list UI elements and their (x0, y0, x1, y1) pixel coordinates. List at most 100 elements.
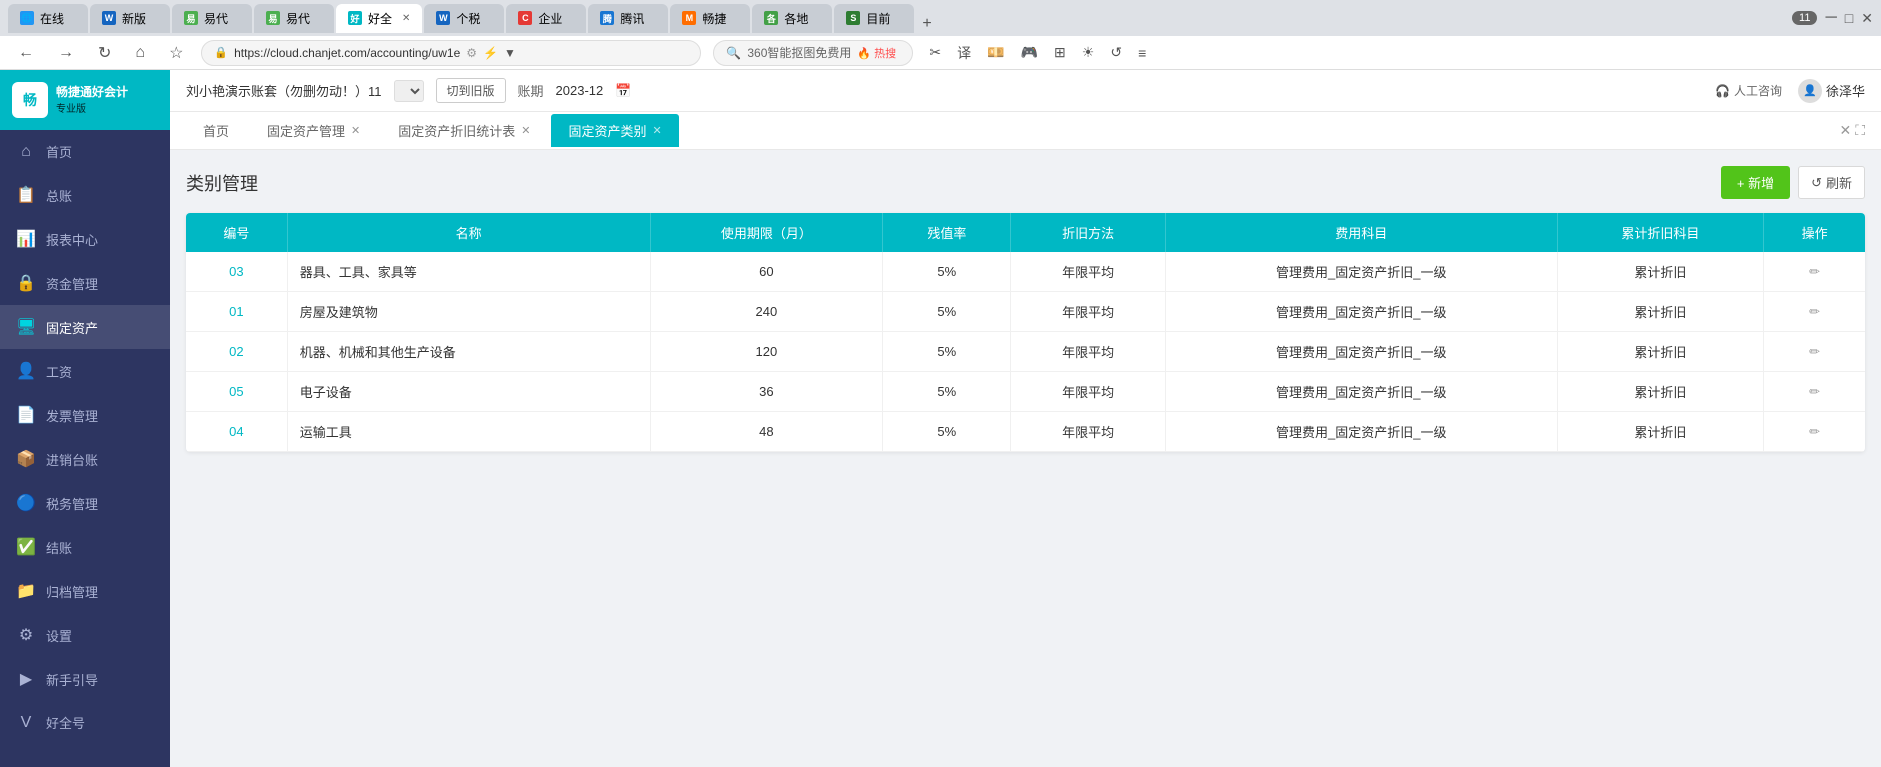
window-minimize-icon[interactable]: ─ (1825, 9, 1836, 27)
browser-tab-tencent[interactable]: 腾 腾讯 (588, 4, 668, 33)
sidebar-item-settings[interactable]: ⚙ 设置 (0, 613, 170, 657)
browser-tab-tax[interactable]: W 个税 (424, 4, 504, 33)
headset-icon: 🎧 (1715, 84, 1730, 98)
cell-method-3: 年限平均 (1011, 372, 1165, 412)
bookmark-button[interactable]: ☆ (163, 41, 189, 65)
window-maximize-icon[interactable]: □ (1845, 10, 1853, 26)
tab-count-badge: 11 (1792, 11, 1817, 25)
company-switcher[interactable] (394, 80, 424, 102)
tab-close-all-button[interactable]: ✕ (1839, 122, 1851, 139)
cell-code-2[interactable]: 02 (186, 332, 287, 372)
cell-name-0: 器具、工具、家具等 (287, 252, 650, 292)
translate-icon[interactable]: 译 (953, 41, 975, 65)
tab-fixed-mgmt[interactable]: 固定资产管理 ✕ (250, 114, 377, 147)
sidebar-item-label-guide: 新手引导 (46, 670, 98, 689)
cell-action-4[interactable]: ✏ (1764, 412, 1865, 452)
sidebar-item-tax[interactable]: 🔵 税务管理 (0, 481, 170, 525)
sidebar-item-guide[interactable]: ▶ 新手引导 (0, 657, 170, 701)
tab-fullscreen-button[interactable]: ⛶ (1855, 122, 1865, 139)
browser-tab-label11: 目前 (866, 10, 890, 27)
tab-fixed-mgmt-close[interactable]: ✕ (351, 124, 360, 137)
menu-icon[interactable]: ≡ (1134, 43, 1150, 63)
sidebar-item-stock[interactable]: 📦 进销台账 (0, 437, 170, 481)
switch-version-button[interactable]: 切到旧版 (436, 78, 506, 103)
cell-action-2[interactable]: ✏ (1764, 332, 1865, 372)
sidebar-item-archive[interactable]: 📁 归档管理 (0, 569, 170, 613)
cell-months-0: 60 (650, 252, 883, 292)
avatar: 👤 (1798, 79, 1822, 103)
tab-category[interactable]: 固定资产类别 ✕ (551, 114, 678, 147)
url-expand-icon: ⚙ (466, 46, 477, 60)
browser-tab-label6: 个税 (456, 10, 480, 27)
calendar-icon[interactable]: 📅 (615, 83, 631, 99)
cell-code-3[interactable]: 05 (186, 372, 287, 412)
home-button[interactable]: ⌂ (129, 42, 151, 64)
sidebar-item-more[interactable]: V 好全号 (0, 701, 170, 744)
browser-tab-gedi[interactable]: 各 各地 (752, 4, 832, 33)
user-menu[interactable]: 👤 徐泽华 (1798, 79, 1865, 103)
invoice-icon: 📄 (16, 405, 36, 425)
category-table: 编号 名称 使用期限（月） 残值率 折旧方法 费用科目 累计折旧科目 操作 03… (186, 213, 1865, 452)
back-button[interactable]: ← (12, 42, 40, 64)
new-tab-button[interactable]: + (916, 15, 937, 33)
url-dropdown-icon[interactable]: ▼ (504, 46, 516, 60)
cell-method-4: 年限平均 (1011, 412, 1165, 452)
tab-category-close[interactable]: ✕ (653, 124, 662, 137)
cell-code-4[interactable]: 04 (186, 412, 287, 452)
sidebar-item-cash[interactable]: 🔒 资金管理 (0, 261, 170, 305)
tab-icon-hao: 好 (348, 11, 362, 25)
add-button[interactable]: + 新增 (1721, 166, 1790, 199)
table-row: 03 器具、工具、家具等 60 5% 年限平均 管理费用_固定资产折旧_一级 累… (186, 252, 1865, 292)
guide-icon: ▶ (16, 669, 36, 689)
tab-home[interactable]: 首页 (186, 114, 246, 147)
game-icon[interactable]: 🎮 (1017, 42, 1042, 63)
scissors-icon[interactable]: ✂ (925, 42, 945, 63)
reload-button[interactable]: ↻ (92, 41, 117, 65)
sidebar-item-ledger[interactable]: 📋 总账 (0, 173, 170, 217)
browser-tab-haoquan[interactable]: 好 好全 ✕ (336, 4, 422, 33)
history-icon[interactable]: ↺ (1106, 42, 1126, 63)
browser-tab-online[interactable]: 🌐 在线 (8, 4, 88, 33)
browser-tab-new[interactable]: W 新版 (90, 4, 170, 33)
browser-tab-enterprise[interactable]: C 企业 (506, 4, 586, 33)
browser-tab-yidai2[interactable]: 易 易代 (254, 4, 334, 33)
tab-depreciation-table[interactable]: 固定资产折旧统计表 ✕ (381, 114, 547, 147)
customer-service-button[interactable]: 🎧 人工咨询 (1715, 82, 1782, 99)
cell-action-1[interactable]: ✏ (1764, 292, 1865, 332)
sun-icon[interactable]: ☀ (1078, 42, 1099, 63)
edit-icon-4[interactable]: ✏ (1809, 424, 1820, 439)
sidebar-item-home[interactable]: ⌂ 首页 (0, 130, 170, 173)
search-box[interactable]: 🔍 360智能抠图免费用 🔥 热搜 (713, 40, 913, 66)
cell-code-1[interactable]: 01 (186, 292, 287, 332)
tab-depreciation-close[interactable]: ✕ (521, 124, 530, 137)
browser-tab-close-haoquan[interactable]: ✕ (402, 13, 410, 24)
sidebar-item-checkout[interactable]: ✅ 结账 (0, 525, 170, 569)
cell-accum-0: 累计折旧 (1557, 252, 1764, 292)
logo-text: 畅捷通好会计 (56, 85, 128, 101)
browser-tab-yidai1[interactable]: 易 易代 (172, 4, 252, 33)
refresh-icon: ↺ (1811, 175, 1822, 191)
sidebar-item-payroll[interactable]: 👤 工资 (0, 349, 170, 393)
edit-icon-2[interactable]: ✏ (1809, 344, 1820, 359)
edit-icon-0[interactable]: ✏ (1809, 264, 1820, 279)
refresh-button[interactable]: ↺ 刷新 (1798, 166, 1865, 199)
sidebar-item-reports[interactable]: 📊 报表中心 (0, 217, 170, 261)
grid-icon[interactable]: ⊞ (1050, 42, 1070, 63)
cell-code-0[interactable]: 03 (186, 252, 287, 292)
cell-residual-4: 5% (883, 412, 1011, 452)
browser-tab-changjie[interactable]: M 畅捷 (670, 4, 750, 33)
page-tabs: 首页 固定资产管理 ✕ 固定资产折旧统计表 ✕ 固定资产类别 ✕ ✕ ⛶ (170, 112, 1881, 150)
cell-action-0[interactable]: ✏ (1764, 252, 1865, 292)
browser-tab-muqian[interactable]: S 目前 (834, 4, 914, 33)
tab-icon-ent: C (518, 11, 532, 25)
cell-action-3[interactable]: ✏ (1764, 372, 1865, 412)
address-bar[interactable]: 🔒 https://cloud.chanjet.com/accounting/u… (201, 40, 701, 66)
window-close-icon[interactable]: ✕ (1861, 10, 1873, 27)
sidebar-item-fixed-assets[interactable]: 🖥 固定资产 (0, 305, 170, 349)
edit-icon-3[interactable]: ✏ (1809, 384, 1820, 399)
sidebar-item-invoice[interactable]: 📄 发票管理 (0, 393, 170, 437)
edit-icon-1[interactable]: ✏ (1809, 304, 1820, 319)
wallet-icon[interactable]: 💴 (983, 42, 1008, 63)
forward-button[interactable]: → (52, 42, 80, 64)
cell-name-4: 运输工具 (287, 412, 650, 452)
